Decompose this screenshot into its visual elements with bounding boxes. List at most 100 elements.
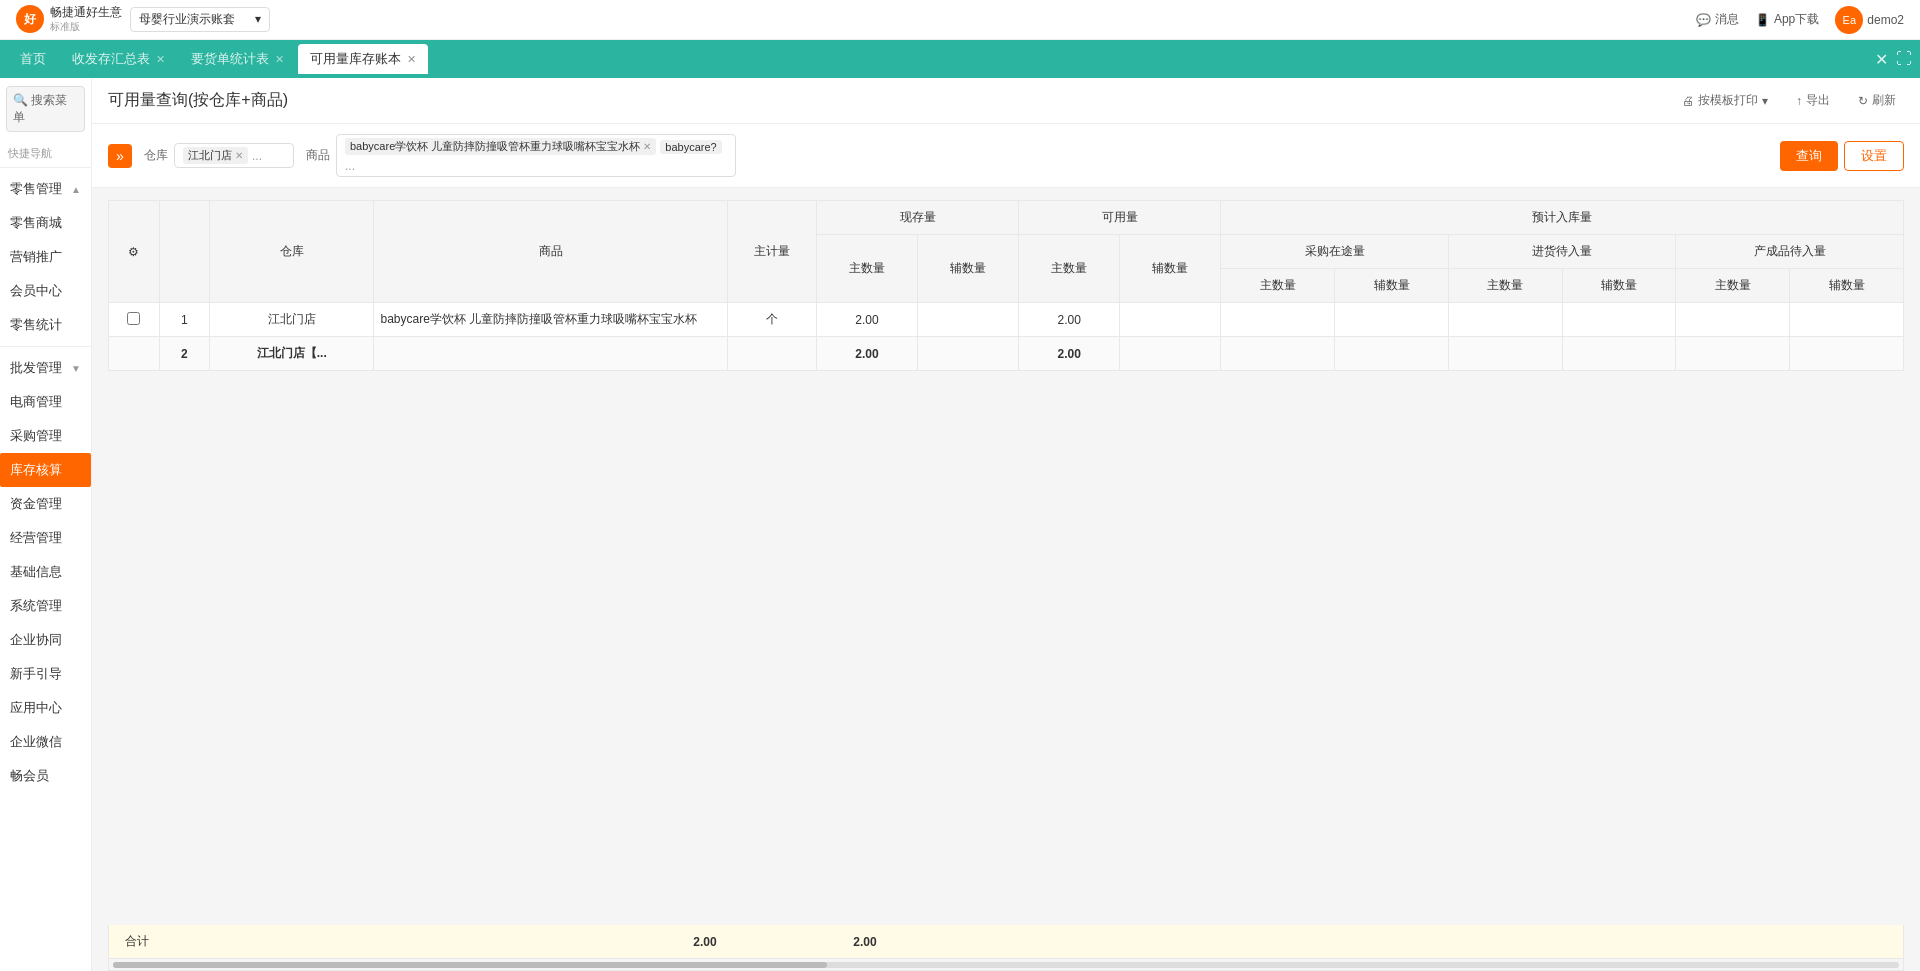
tab-bar-right: ✕ ⛶ — [1875, 50, 1912, 69]
horizontal-scrollbar[interactable] — [108, 959, 1904, 971]
user-name: demo2 — [1867, 13, 1904, 27]
sidebar-item-member-center[interactable]: 会员中心 — [0, 274, 91, 308]
th-settings[interactable]: ⚙ — [109, 201, 160, 303]
tab-bar: 首页 收发存汇总表 ✕ 要货单统计表 ✕ 可用量库存账本 ✕ ✕ ⛶ — [0, 40, 1920, 78]
sidebar-item-retail-mall[interactable]: 零售商城 — [0, 206, 91, 240]
th-product: 商品 — [374, 201, 728, 303]
td-warehouse: 江北门店 — [210, 303, 374, 337]
tab-receipt-summary-close[interactable]: ✕ — [156, 53, 165, 66]
sidebar-item-enterprise-collab[interactable]: 企业协同 — [0, 623, 91, 657]
td-production-main — [1676, 303, 1790, 337]
sidebar-item-new-guide[interactable]: 新手引导 — [0, 657, 91, 691]
scrollbar-thumb[interactable] — [113, 962, 827, 968]
tab-order-stats-label: 要货单统计表 — [191, 50, 269, 68]
message-btn[interactable]: 💬 消息 — [1696, 11, 1739, 28]
th-inbound-aux: 辅数量 — [1562, 269, 1676, 303]
sidebar-item-retail-mall-label: 零售商城 — [10, 214, 62, 232]
warehouse-ellipsis[interactable]: ... — [252, 149, 262, 163]
chevron-down-icon-print: ▾ — [1762, 94, 1768, 108]
sidebar-item-marketing[interactable]: 营销推广 — [0, 240, 91, 274]
td-production-aux — [1790, 303, 1904, 337]
footer-label: 合计 — [125, 933, 665, 950]
tab-available-inventory-close[interactable]: ✕ — [407, 53, 416, 66]
export-btn[interactable]: ↑ 导出 — [1788, 88, 1838, 113]
close-all-icon[interactable]: ✕ — [1875, 50, 1888, 69]
td-current-aux — [918, 303, 1019, 337]
app-download-btn[interactable]: 📱 App下载 — [1755, 11, 1819, 28]
table-area: ⚙ 仓库 商品 主计量 现存量 可用量 预计入库量 主数量 辅数量 — [92, 188, 1920, 925]
query-btn[interactable]: 查询 — [1780, 141, 1838, 171]
message-icon: 💬 — [1696, 13, 1711, 27]
sidebar-item-finance-mgmt-label: 资金管理 — [10, 495, 62, 513]
sidebar-item-inventory-check[interactable]: 库存核算 — [0, 453, 91, 487]
td-available-aux — [1120, 303, 1221, 337]
search-menu-btn[interactable]: 🔍 搜索菜单 — [6, 86, 85, 132]
refresh-icon: ↻ — [1858, 94, 1868, 108]
sidebar-item-retail-stats[interactable]: 零售统计 — [0, 308, 91, 342]
th-available-main: 主数量 — [1019, 235, 1120, 303]
td-production-aux-2 — [1790, 337, 1904, 371]
user-area[interactable]: Ea demo2 — [1835, 6, 1904, 34]
sidebar-item-ecommerce-mgmt[interactable]: 电商管理 — [0, 385, 91, 419]
th-warehouse: 仓库 — [210, 201, 374, 303]
sidebar-item-finance-mgmt[interactable]: 资金管理 — [0, 487, 91, 521]
th-available-qty: 可用量 — [1019, 201, 1221, 235]
sidebar: 🔍 搜索菜单 快捷导航 零售管理 ▲ 零售商城 营销推广 会员中心 零售统计 批… — [0, 78, 92, 971]
export-icon: ↑ — [1796, 94, 1802, 108]
th-current-main: 主数量 — [816, 235, 917, 303]
settings-btn[interactable]: 设置 — [1844, 141, 1904, 171]
td-checkbox[interactable] — [109, 303, 160, 337]
td-purchase-main — [1221, 303, 1335, 337]
product-tag-0: babycare学饮杯 儿童防摔防撞吸管杯重力球吸嘴杯宝宝水杯 ✕ — [345, 138, 656, 155]
td-current-main-2: 2.00 — [816, 337, 917, 371]
maximize-icon[interactable]: ⛶ — [1896, 50, 1912, 68]
sidebar-item-app-center[interactable]: 应用中心 — [0, 691, 91, 725]
row-checkbox[interactable] — [127, 312, 140, 325]
sidebar-item-basic-info[interactable]: 基础信息 — [0, 555, 91, 589]
settings-icon[interactable]: ⚙ — [128, 245, 139, 259]
chevron-down-icon: ▾ — [255, 12, 261, 26]
industry-selector[interactable]: 母婴行业演示账套 ▾ — [130, 7, 270, 32]
template-print-btn[interactable]: 🖨 按模板打印 ▾ — [1674, 88, 1776, 113]
logo-icon: 好 — [16, 5, 44, 33]
tab-order-stats[interactable]: 要货单统计表 ✕ — [179, 44, 296, 74]
refresh-btn[interactable]: ↻ 刷新 — [1850, 88, 1904, 113]
td-index: 1 — [159, 303, 210, 337]
product-tag-0-close[interactable]: ✕ — [643, 141, 651, 152]
table-footer: 合计 2.00 2.00 — [108, 925, 1904, 959]
warehouse-tag-0-close[interactable]: ✕ — [235, 150, 243, 161]
sidebar-item-retail-mgmt[interactable]: 零售管理 ▲ — [0, 172, 91, 206]
th-available-aux: 辅数量 — [1120, 235, 1221, 303]
td-checkbox-2 — [109, 337, 160, 371]
sidebar-item-ops-mgmt[interactable]: 经营管理 — [0, 521, 91, 555]
warehouse-filter-group: 仓库 江北门店 ✕ ... — [144, 143, 294, 168]
sidebar-item-sys-mgmt-label: 系统管理 — [10, 597, 62, 615]
sidebar-item-enterprise-collab-label: 企业协同 — [10, 631, 62, 649]
product-tag-1-label: babycare? — [665, 141, 716, 153]
th-expected-inbound: 预计入库量 — [1221, 201, 1904, 235]
sidebar-item-wholesale-mgmt[interactable]: 批发管理 ▼ — [0, 351, 91, 385]
tab-home-label: 首页 — [20, 50, 46, 68]
app-download-label: App下载 — [1774, 11, 1819, 28]
td-inbound-aux-2 — [1562, 337, 1676, 371]
table-row: 1 江北门店 babycare学饮杯 儿童防摔防撞吸管杯重力球吸嘴杯宝宝水杯 个… — [109, 303, 1904, 337]
product-ellipsis[interactable]: ... — [345, 159, 355, 173]
product-filter-input[interactable]: babycare学饮杯 儿童防摔防撞吸管杯重力球吸嘴杯宝宝水杯 ✕ babyca… — [336, 134, 736, 177]
sidebar-divider-1 — [0, 167, 91, 168]
sidebar-item-sys-mgmt[interactable]: 系统管理 — [0, 589, 91, 623]
logo-text-block: 畅捷通好生意 标准版 — [50, 5, 122, 33]
tab-available-inventory[interactable]: 可用量库存账本 ✕ — [298, 44, 428, 74]
logo-subtitle: 标准版 — [50, 20, 122, 34]
template-print-label: 按模板打印 — [1698, 92, 1758, 109]
tab-receipt-summary[interactable]: 收发存汇总表 ✕ — [60, 44, 177, 74]
sidebar-item-enterprise-wechat[interactable]: 企业微信 — [0, 725, 91, 759]
warehouse-filter-input[interactable]: 江北门店 ✕ ... — [174, 143, 294, 168]
sidebar-item-marketing-label: 营销推广 — [10, 248, 62, 266]
tab-order-stats-close[interactable]: ✕ — [275, 53, 284, 66]
td-inbound-main — [1448, 303, 1562, 337]
filter-expand-btn[interactable]: » — [108, 144, 132, 168]
sidebar-item-purchase-mgmt[interactable]: 采购管理 — [0, 419, 91, 453]
tab-home[interactable]: 首页 — [8, 44, 58, 74]
sidebar-item-vip-member[interactable]: 畅会员 — [0, 759, 91, 793]
refresh-label: 刷新 — [1872, 92, 1896, 109]
